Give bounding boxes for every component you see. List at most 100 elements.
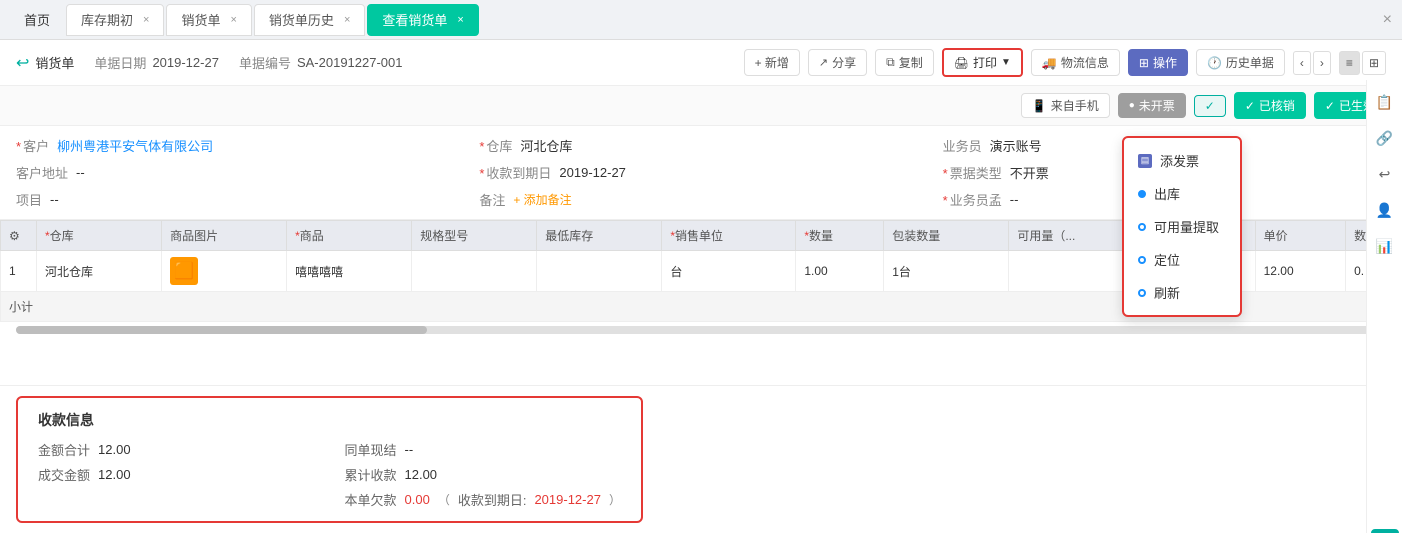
print-icon: 🖨	[954, 56, 969, 70]
arrears-value: 0.00	[405, 492, 430, 507]
sales-order-icon: ↩	[16, 53, 29, 73]
address-label: 客户地址	[16, 163, 68, 182]
add-note-button[interactable]: + 添加备注	[513, 191, 571, 208]
staff-label: 业务员	[943, 136, 982, 155]
out-stock-item[interactable]: 出库	[1124, 177, 1240, 210]
ticket-type-value: 不开票	[1010, 163, 1049, 182]
doc-meta: 单据日期 2019-12-27 单据编号 SA-20191227-001	[94, 53, 402, 72]
logistics-icon: 🚚	[1042, 56, 1057, 70]
scrollbar[interactable]	[16, 326, 1386, 334]
add-invoice-item[interactable]: ▤ 添发票	[1124, 144, 1240, 177]
sidebar-user-icon[interactable]: 👤	[1371, 196, 1399, 224]
print-button[interactable]: 🖨 打印 ▼	[942, 48, 1023, 77]
address-value: --	[76, 165, 85, 180]
add-invoice-icon: ▤	[1138, 154, 1152, 168]
doc-actions: + 新增 ↗ 分享 ⧉ 复制 🖨 打印 ▼ 🚚 物流信息	[744, 48, 1386, 77]
ticket-type-label: 票据类型	[943, 163, 1002, 182]
operation-icon: ⊞	[1139, 56, 1149, 70]
settings-icon[interactable]: ⚙	[9, 229, 20, 243]
same-order-label: 同单现结	[344, 440, 396, 459]
available-qty-item[interactable]: 可用量提取	[1124, 210, 1240, 243]
col-warehouse: *仓库	[37, 221, 162, 251]
address-field: 客户地址 --	[16, 163, 459, 182]
tab-sales-history-label: 销货单历史	[269, 10, 334, 29]
available-qty-label: 可用量提取	[1154, 217, 1219, 236]
warehouse-label: 仓库	[479, 136, 512, 155]
print-dropdown-icon: ▼	[1001, 57, 1011, 68]
tab-home[interactable]: 首页	[10, 4, 64, 36]
due-date-label: 收款到期日:	[458, 490, 527, 509]
customer-value[interactable]: 柳州粤港平安气体有限公司	[57, 136, 213, 155]
tab-inventory[interactable]: 库存期初 ×	[66, 4, 164, 36]
nav-arrows: ‹ ›	[1293, 51, 1331, 75]
arrears-row: 本单欠款 0.00 （ 收款到期日: 2019-12-27 ）	[344, 490, 620, 509]
doc-number-field: 单据编号 SA-20191227-001	[239, 53, 403, 72]
tab-view-sales-close[interactable]: ×	[457, 14, 463, 26]
payment-box: 收款信息 金额合计 12.00 同单现结 -- 成交金额 12.00	[16, 396, 643, 523]
copy-button[interactable]: ⧉ 复制	[875, 49, 934, 76]
sidebar-link-icon[interactable]: 🔗	[1371, 124, 1399, 152]
transaction-value: 12.00	[98, 467, 131, 482]
operation-button[interactable]: ⊞ 操作	[1128, 49, 1188, 76]
col-pack-qty: 包装数量	[884, 221, 1009, 251]
doc-header: ↩ 销货单 单据日期 2019-12-27 单据编号 SA-20191227-0…	[0, 40, 1402, 86]
available-qty-icon	[1138, 223, 1146, 231]
add-invoice-label: 添发票	[1160, 151, 1199, 170]
doc-number-value: SA-20191227-001	[297, 55, 403, 70]
sidebar-doc-icon[interactable]: 📋	[1371, 88, 1399, 116]
tab-sales[interactable]: 销货单 ×	[166, 4, 251, 36]
total-amount-label: 金额合计	[38, 440, 90, 459]
row-unit: 台	[662, 251, 796, 292]
col-min-stock: 最低库存	[537, 221, 662, 251]
refresh-label: 刷新	[1154, 283, 1180, 302]
position-icon	[1138, 256, 1146, 264]
tab-view-sales[interactable]: 查看销货单 ×	[367, 4, 478, 36]
tab-sales-close[interactable]: ×	[230, 14, 236, 26]
doc-title-text: 销货单	[35, 53, 74, 72]
warehouse-value: 河北仓库	[520, 136, 572, 155]
scroll-thumb	[16, 326, 427, 334]
arrears-close: ）	[609, 491, 621, 508]
product-image: 🟧	[170, 257, 198, 285]
circle-icon: ●	[1129, 100, 1135, 111]
doc-date-field: 单据日期 2019-12-27	[94, 53, 219, 72]
sub-toolbar: 📱 来自手机 ● 未开票 ✓ ✓ 已核销 ✓ 已生效	[0, 86, 1402, 126]
from-phone-button[interactable]: 📱 来自手机	[1021, 93, 1110, 118]
sidebar-chart-icon[interactable]: 📊	[1371, 232, 1399, 260]
logistics-button[interactable]: 🚚 物流信息	[1031, 49, 1120, 76]
history-button[interactable]: 🕐 历史单据	[1196, 49, 1285, 76]
doc-date-label: 单据日期	[94, 53, 146, 72]
out-stock-label: 出库	[1154, 184, 1180, 203]
prev-button[interactable]: ‹	[1293, 51, 1311, 75]
doc-title: ↩ 销货单	[16, 53, 74, 73]
tab-sales-history-close[interactable]: ×	[344, 14, 350, 26]
refresh-item[interactable]: 刷新	[1124, 276, 1240, 309]
share-button[interactable]: ↗ 分享	[808, 49, 867, 76]
sidebar-return-icon[interactable]: ↩	[1371, 160, 1399, 188]
position-label: 定位	[1154, 250, 1180, 269]
project-field: 项目 --	[16, 190, 459, 209]
col-price: 单价	[1255, 221, 1345, 251]
next-button[interactable]: ›	[1313, 51, 1331, 75]
tab-sales-history[interactable]: 销货单历史 ×	[254, 4, 365, 36]
verified-button[interactable]: ✓ 已核销	[1234, 92, 1306, 119]
tab-inventory-close[interactable]: ×	[143, 14, 149, 26]
payment-grid: 金额合计 12.00 同单现结 -- 成交金额 12.00 累计收款 12.00	[38, 440, 621, 509]
right-sidebar: 📋 🔗 ↩ 👤 📊 ⤢	[1366, 80, 1402, 533]
scroll-area[interactable]	[0, 322, 1402, 338]
list-view-button[interactable]: ≡	[1339, 51, 1360, 75]
cumulative-value: 12.00	[405, 467, 438, 482]
not-open-ticket-button[interactable]: ● 未开票	[1118, 93, 1186, 118]
doc-date-value: 2019-12-27	[152, 55, 219, 70]
tab-bar-close[interactable]: ×	[1383, 11, 1392, 29]
customer-field: 客户 柳州粤港平安气体有限公司	[16, 136, 459, 155]
total-amount-value: 12.00	[98, 442, 131, 457]
check-button[interactable]: ✓	[1194, 95, 1226, 117]
grid-view-button[interactable]: ⊞	[1362, 51, 1386, 75]
refresh-icon	[1138, 289, 1146, 297]
history-icon: 🕐	[1207, 56, 1222, 70]
payment-date-value: 2019-12-27	[559, 165, 626, 180]
new-button[interactable]: + 新增	[744, 49, 800, 76]
sidebar-expand-icon[interactable]: ⤢	[1371, 529, 1399, 533]
position-item[interactable]: 定位	[1124, 243, 1240, 276]
